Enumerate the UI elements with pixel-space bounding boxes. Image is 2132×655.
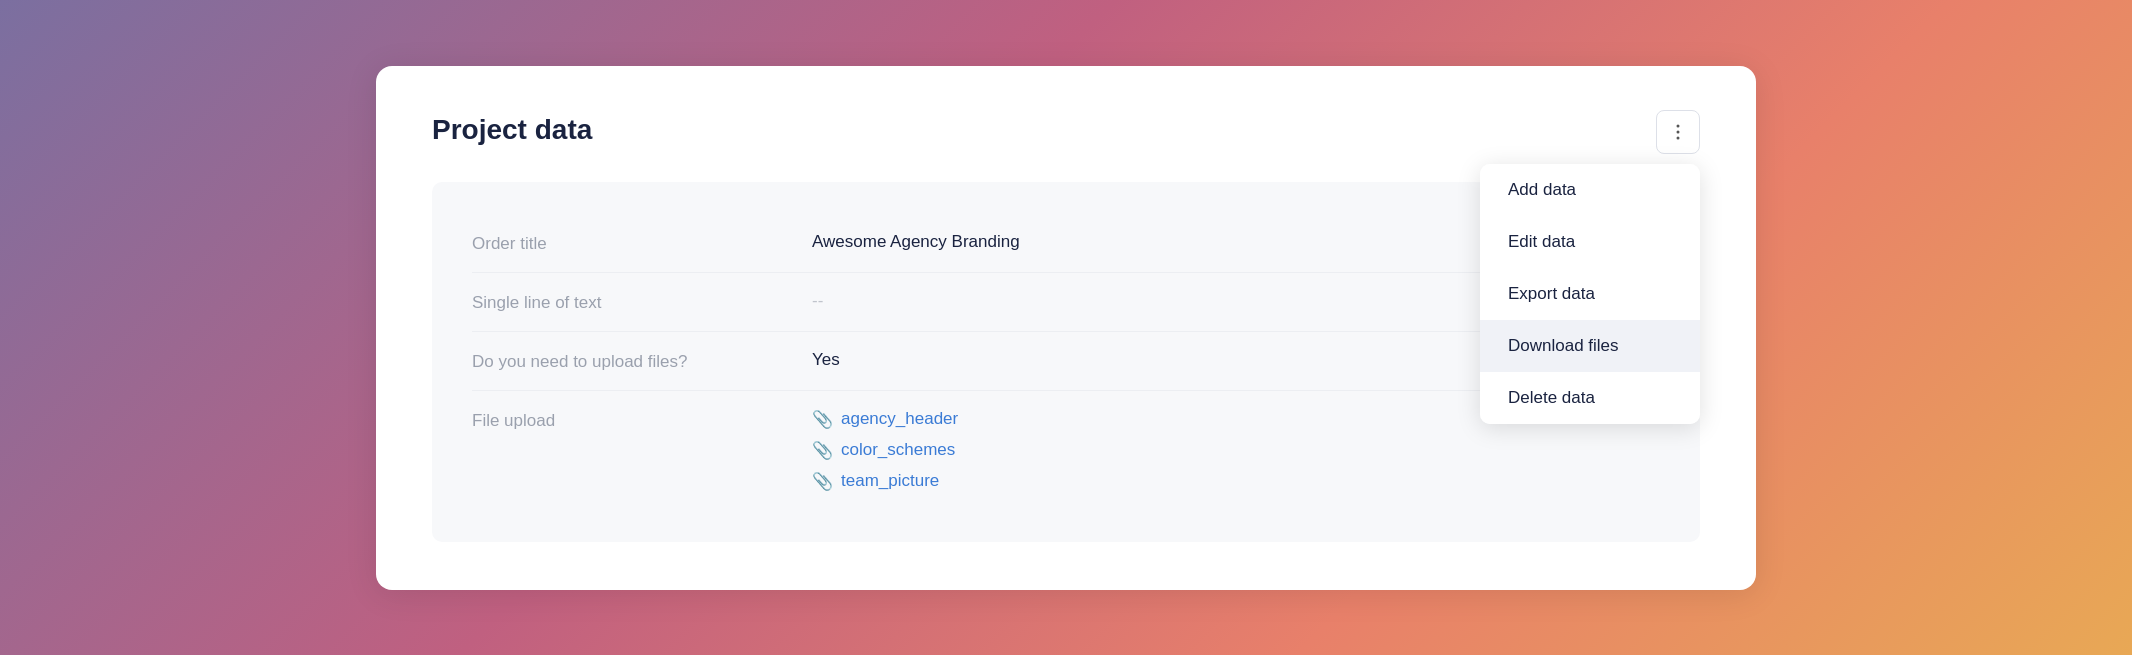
paperclip-icon-0: 📎 <box>812 409 833 430</box>
more-options-button[interactable] <box>1656 110 1700 154</box>
dropdown-item-download-files[interactable]: Download files <box>1480 320 1700 372</box>
row-label-order-title: Order title <box>472 232 812 254</box>
file-link-2[interactable]: 📎 team_picture <box>812 471 958 492</box>
dropdown-item-export-data[interactable]: Export data <box>1480 268 1700 320</box>
file-name-2: team_picture <box>841 471 939 491</box>
row-label-single-line: Single line of text <box>472 291 812 313</box>
dropdown-menu: Add data Edit data Export data Download … <box>1480 164 1700 424</box>
svg-point-1 <box>1677 130 1680 133</box>
row-value-single-line: -- <box>812 291 823 311</box>
svg-point-2 <box>1677 136 1680 139</box>
row-value-order-title: Awesome Agency Branding <box>812 232 1020 252</box>
paperclip-icon-2: 📎 <box>812 471 833 492</box>
paperclip-icon-1: 📎 <box>812 440 833 461</box>
three-dots-icon <box>1668 122 1688 142</box>
dropdown-item-delete-data[interactable]: Delete data <box>1480 372 1700 424</box>
row-value-upload-files: Yes <box>812 350 840 370</box>
card-title: Project data <box>432 114 1700 146</box>
file-link-0[interactable]: 📎 agency_header <box>812 409 958 430</box>
file-list: 📎 agency_header 📎 color_schemes 📎 team_p… <box>812 409 958 492</box>
row-label-upload-files: Do you need to upload files? <box>472 350 812 372</box>
project-data-card: Project data Add data Edit data Export d… <box>376 66 1756 590</box>
dropdown-item-add-data[interactable]: Add data <box>1480 164 1700 216</box>
file-name-1: color_schemes <box>841 440 955 460</box>
file-link-1[interactable]: 📎 color_schemes <box>812 440 958 461</box>
file-name-0: agency_header <box>841 409 958 429</box>
row-label-file-upload: File upload <box>472 409 812 431</box>
svg-point-0 <box>1677 124 1680 127</box>
dropdown-item-edit-data[interactable]: Edit data <box>1480 216 1700 268</box>
